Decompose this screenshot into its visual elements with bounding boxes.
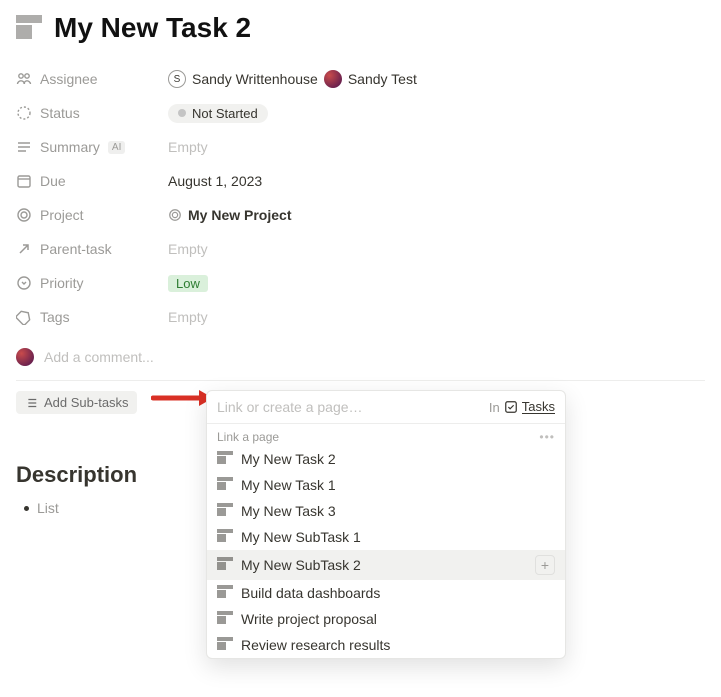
- page-icon: [217, 503, 233, 519]
- page-icon: [217, 611, 233, 627]
- page-icon: [217, 529, 233, 545]
- page-icon: [217, 637, 233, 653]
- select-icon: [16, 275, 32, 291]
- parent-row: Parent-task Empty: [16, 232, 705, 266]
- due-value[interactable]: August 1, 2023: [168, 173, 262, 189]
- popup-section-label: Link a page •••: [207, 424, 565, 446]
- popup-option-label: Build data dashboards: [241, 585, 380, 601]
- priority-row: Priority Low: [16, 266, 705, 300]
- popup-option[interactable]: My New Task 1: [207, 472, 565, 498]
- priority-label-text: Priority: [40, 275, 84, 291]
- arrow-up-right-icon: [16, 241, 32, 257]
- assignee-value[interactable]: S Sandy Writtenhouse Sandy Test: [168, 70, 417, 88]
- ai-badge: AI: [108, 141, 125, 154]
- tag-icon: [16, 309, 32, 325]
- popup-option-label: My New Task 1: [241, 477, 336, 493]
- page-icon: [217, 477, 233, 493]
- page-icon: [217, 451, 233, 467]
- tasks-link: Tasks: [522, 400, 555, 414]
- summary-label-text: Summary: [40, 139, 100, 155]
- page-icon: [217, 557, 233, 573]
- add-subtasks-button[interactable]: Add Sub-tasks: [16, 391, 137, 414]
- tags-label[interactable]: Tags: [16, 305, 168, 329]
- status-text: Not Started: [192, 106, 258, 121]
- summary-label[interactable]: Summary AI: [16, 135, 168, 159]
- target-icon: [16, 207, 32, 223]
- parent-value[interactable]: Empty: [168, 241, 208, 257]
- project-row: Project My New Project: [16, 198, 705, 232]
- checkbox-icon: [504, 400, 518, 414]
- assignee-label-text: Assignee: [40, 71, 98, 87]
- due-label[interactable]: Due: [16, 169, 168, 193]
- list-item-text: List: [37, 500, 59, 516]
- popup-option[interactable]: My New SubTask 1: [207, 524, 565, 550]
- status-pill: Not Started: [168, 104, 268, 123]
- tags-value[interactable]: Empty: [168, 309, 208, 325]
- due-label-text: Due: [40, 173, 66, 189]
- bullet-icon: [24, 506, 29, 511]
- page-icon: [16, 15, 42, 41]
- status-row: Status Not Started: [16, 96, 705, 130]
- list-icon: [24, 396, 38, 410]
- project-label[interactable]: Project: [16, 203, 168, 227]
- page-icon: [217, 585, 233, 601]
- popup-option-label: My New Task 3: [241, 503, 336, 519]
- project-label-text: Project: [40, 207, 84, 223]
- popup-header: Link or create a page… In Tasks: [207, 391, 565, 424]
- assignee-name-2: Sandy Test: [348, 71, 417, 87]
- current-user-avatar: [16, 348, 34, 366]
- status-value[interactable]: Not Started: [168, 104, 268, 123]
- priority-value[interactable]: Low: [168, 275, 208, 292]
- assignee-name-1: Sandy Writtenhouse: [192, 71, 318, 87]
- page-title[interactable]: My New Task 2: [54, 12, 251, 44]
- parent-label-text: Parent-task: [40, 241, 112, 257]
- link-a-page-label: Link a page: [217, 430, 279, 444]
- popup-option-label: My New Task 2: [241, 451, 336, 467]
- assignee-label[interactable]: Assignee: [16, 67, 168, 91]
- popup-option-label: My New SubTask 1: [241, 529, 361, 545]
- add-subtasks-label: Add Sub-tasks: [44, 395, 129, 410]
- summary-value[interactable]: Empty: [168, 139, 208, 155]
- assignee-avatar-1: S: [168, 70, 186, 88]
- status-label[interactable]: Status: [16, 101, 168, 125]
- popup-option[interactable]: Build data dashboards: [207, 580, 565, 606]
- add-page-button[interactable]: +: [535, 555, 555, 575]
- due-row: Due August 1, 2023: [16, 164, 705, 198]
- summary-row: Summary AI Empty: [16, 130, 705, 164]
- link-search-input[interactable]: Link or create a page…: [217, 399, 481, 415]
- assignee-avatar-2: [324, 70, 342, 88]
- status-label-text: Status: [40, 105, 80, 121]
- more-icon[interactable]: •••: [539, 430, 555, 444]
- parent-label[interactable]: Parent-task: [16, 237, 168, 261]
- popup-option[interactable]: Review research results: [207, 632, 565, 658]
- tags-label-text: Tags: [40, 309, 70, 325]
- text-icon: [16, 139, 32, 155]
- tags-row: Tags Empty: [16, 300, 705, 334]
- status-icon: [16, 105, 32, 121]
- popup-option[interactable]: My New Task 2: [207, 446, 565, 472]
- target-icon-small: [168, 208, 182, 222]
- assignee-row: Assignee S Sandy Writtenhouse Sandy Test: [16, 62, 705, 96]
- page-header: My New Task 2: [16, 0, 705, 62]
- popup-option[interactable]: My New SubTask 2 +: [207, 550, 565, 580]
- destination-select[interactable]: In Tasks: [489, 400, 555, 415]
- comment-placeholder: Add a comment...: [44, 349, 154, 365]
- in-label: In: [489, 400, 500, 415]
- popup-option-label: Write project proposal: [241, 611, 377, 627]
- comment-row[interactable]: Add a comment...: [16, 334, 705, 381]
- priority-label[interactable]: Priority: [16, 271, 168, 295]
- popup-option[interactable]: Write project proposal: [207, 606, 565, 632]
- project-name: My New Project: [188, 207, 291, 223]
- status-dot-icon: [178, 109, 186, 117]
- calendar-icon: [16, 173, 32, 189]
- popup-option-label: My New SubTask 2: [241, 557, 361, 573]
- project-value[interactable]: My New Project: [168, 207, 291, 223]
- popup-option-label: Review research results: [241, 637, 390, 653]
- people-icon: [16, 71, 32, 87]
- popup-option[interactable]: My New Task 3: [207, 498, 565, 524]
- link-page-popup: Link or create a page… In Tasks Link a p…: [206, 390, 566, 659]
- priority-pill: Low: [168, 275, 208, 292]
